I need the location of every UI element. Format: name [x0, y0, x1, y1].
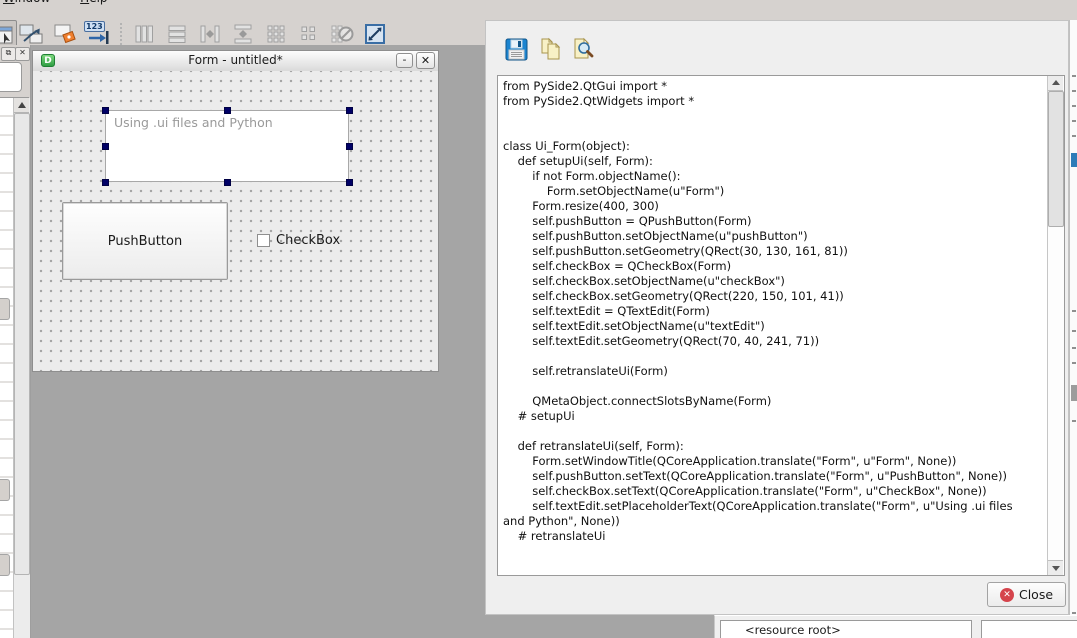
copy-button[interactable] [539, 37, 567, 65]
selection-handle-n[interactable] [224, 107, 231, 114]
code-scroll-down-button[interactable] [1048, 560, 1063, 575]
lay-out-horizontally-button[interactable] [130, 20, 157, 47]
scroll-up-icon [18, 102, 26, 108]
scroll-down-icon [1052, 566, 1060, 571]
form-window-titlebar[interactable]: D Form - untitled* - ✕ [33, 51, 438, 72]
lay-out-form-layout-icon [297, 22, 321, 46]
lay-out-vertically-splitter-icon [231, 22, 255, 46]
selection-handle-s[interactable] [224, 179, 231, 186]
scroll-up-button[interactable] [14, 98, 29, 113]
edit-buddies-icon [53, 22, 78, 46]
edit-signals-slots-icon [19, 22, 44, 46]
dock-close-button[interactable]: ✕ [15, 47, 30, 61]
copy-icon [539, 37, 566, 63]
find-button[interactable] [571, 37, 599, 65]
checkbox-label: CheckBox [276, 233, 340, 248]
menu-window[interactable]: Window [3, 0, 50, 5]
edit-signals-slots-button[interactable] [18, 20, 45, 47]
checkbox-widget[interactable] [257, 234, 270, 247]
generated-python-code: from PySide2.QtGui import * from PySide2… [503, 79, 1013, 544]
break-layout-icon [329, 22, 355, 46]
background-window-edge [1069, 20, 1077, 615]
widget-category-tab[interactable] [0, 298, 10, 320]
selection-handle-e[interactable] [346, 143, 353, 150]
widget-filter-input[interactable] [0, 62, 22, 92]
selection-handle-w[interactable] [102, 143, 109, 150]
qt-designer-screen: Window Help [0, 0, 1077, 638]
lay-out-horizontally-splitter-icon [198, 22, 222, 46]
save-button[interactable] [504, 37, 532, 65]
form-close-button[interactable]: ✕ [416, 52, 435, 69]
edit-widgets-icon [0, 25, 14, 45]
form-canvas[interactable]: Using .ui files and Python PushButton Ch… [33, 71, 438, 371]
selection-handle-sw[interactable] [102, 179, 109, 186]
code-scroll-up-button[interactable] [1048, 76, 1063, 91]
lay-out-grid-button[interactable] [262, 20, 289, 47]
lay-out-form-layout-button[interactable] [295, 20, 322, 47]
close-button-label: Close [1019, 587, 1053, 602]
tab-order-123-label: 123 [84, 21, 105, 32]
strip-blue-mark [1071, 153, 1077, 167]
lay-out-vertically-splitter-button[interactable] [229, 20, 256, 47]
widget-category-tab[interactable] [0, 554, 10, 576]
scroll-up-icon [1052, 80, 1060, 85]
close-button[interactable]: ✕ Close [987, 582, 1066, 607]
toolbar-separator [120, 23, 122, 45]
designer-form-window: D Form - untitled* - ✕ Using .ui files a… [32, 50, 439, 372]
code-preview-dialog: from PySide2.QtGui import * from PySide2… [485, 20, 1069, 615]
resource-side-box [981, 620, 1077, 638]
pushbutton-widget[interactable]: PushButton [62, 202, 228, 280]
resource-browser-edge: <resource root> [714, 615, 1077, 638]
lay-out-vertically-icon [165, 22, 189, 46]
form-minimize-button[interactable]: - [396, 53, 413, 68]
close-icon: ✕ [19, 48, 26, 57]
menu-help[interactable]: Help [80, 0, 107, 5]
menu-bar: Window Help [0, 0, 1077, 8]
edit-tab-order-button[interactable]: 123 [84, 20, 111, 47]
dock-float-button[interactable]: ⧉ [1, 47, 16, 61]
adjust-size-icon [363, 22, 387, 46]
widget-list-panel [0, 97, 29, 638]
widget-category-tab[interactable] [0, 479, 10, 501]
code-scrollbar-thumb[interactable] [1048, 91, 1064, 227]
float-window-icon: ⧉ [6, 48, 12, 57]
selection-handle-nw[interactable] [102, 107, 109, 114]
code-scrollbar[interactable] [1047, 76, 1064, 575]
lay-out-horizontally-splitter-button[interactable] [196, 20, 223, 47]
code-view: from PySide2.QtGui import * from PySide2… [497, 75, 1065, 576]
selection-handle-se[interactable] [346, 179, 353, 186]
lay-out-horizontally-icon [132, 22, 156, 46]
resource-root-label: <resource root> [745, 623, 841, 637]
pushbutton-label: PushButton [108, 234, 182, 249]
edit-buddies-button[interactable] [52, 20, 79, 47]
close-icon: ✕ [421, 54, 430, 67]
close-red-icon: ✕ [1000, 588, 1014, 602]
lay-out-vertically-button[interactable] [163, 20, 190, 47]
find-icon [571, 37, 598, 63]
textedit-placeholder: Using .ui files and Python [106, 111, 348, 134]
form-window-title: Form - untitled* [33, 53, 438, 67]
strip-gray-mark [1071, 385, 1077, 401]
textedit-widget[interactable]: Using .ui files and Python [105, 110, 349, 182]
lay-out-grid-icon [264, 22, 288, 46]
scrollbar-thumb[interactable] [14, 113, 30, 575]
break-layout-button[interactable] [328, 20, 355, 47]
resource-root-item[interactable]: <resource root> [720, 620, 972, 638]
save-icon [504, 37, 529, 62]
selection-handle-ne[interactable] [346, 107, 353, 114]
widget-list-scrollbar[interactable] [13, 98, 30, 638]
minimize-icon: - [403, 53, 407, 66]
adjust-size-button[interactable] [361, 20, 388, 47]
widget-box-dock: ⧉ ✕ [0, 45, 31, 638]
